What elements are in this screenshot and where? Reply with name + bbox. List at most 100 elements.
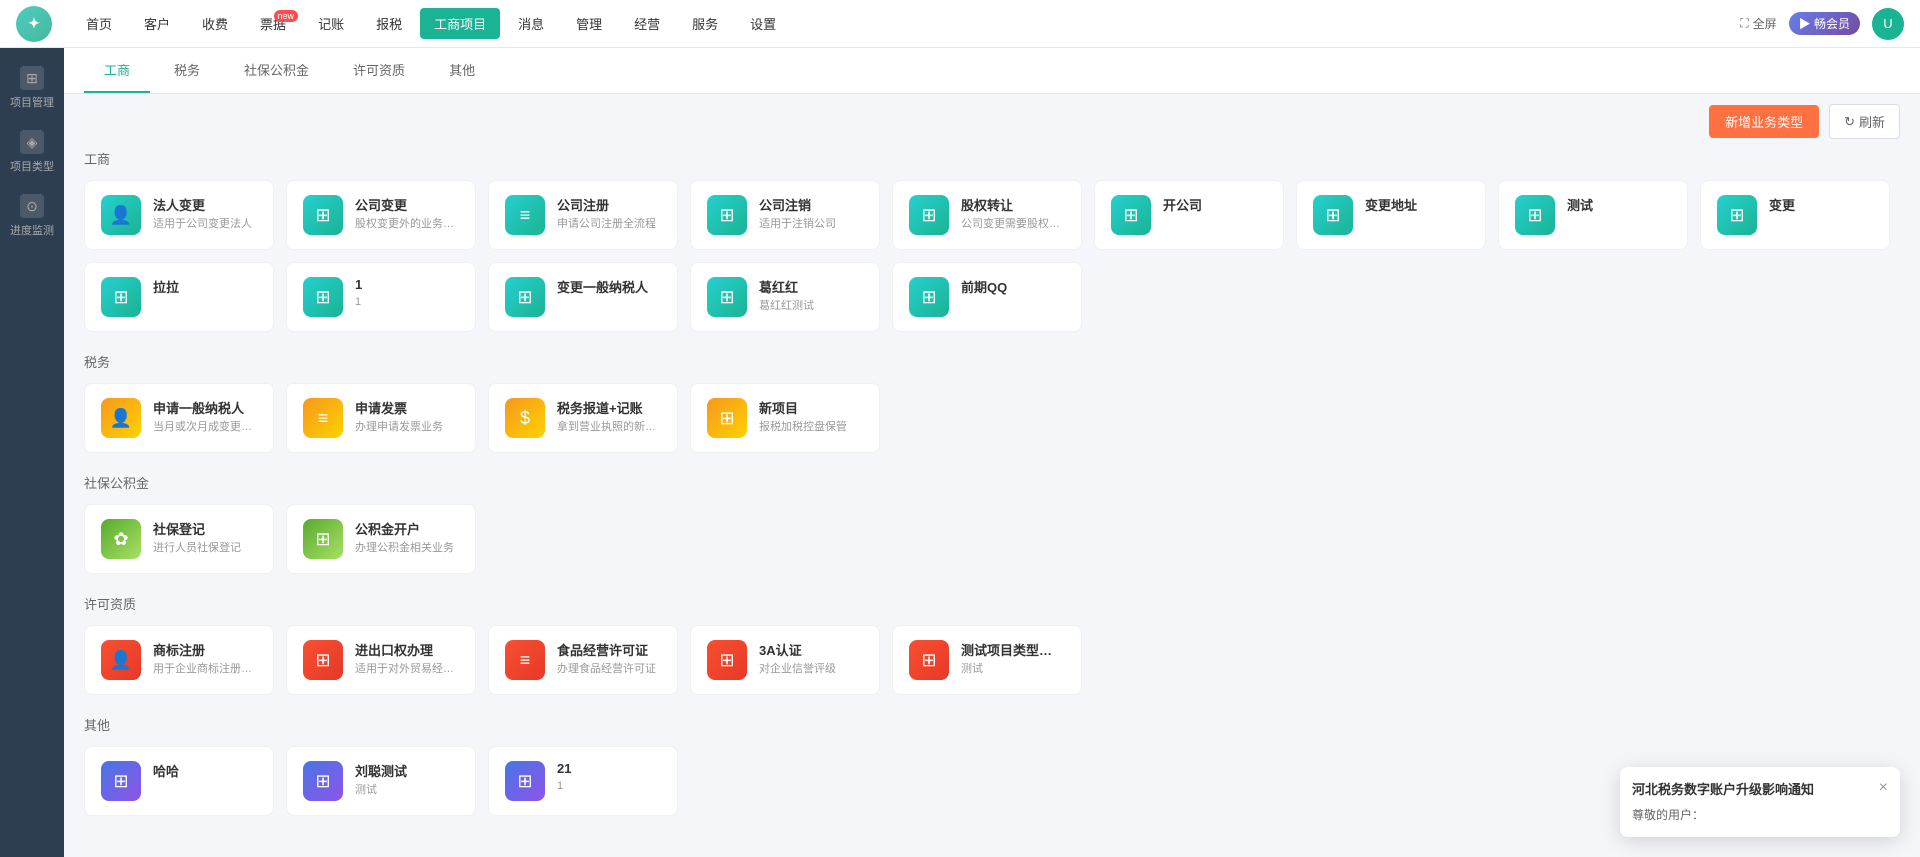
card-qianqi-qq[interactable]: ⊞ 前期QQ: [892, 262, 1082, 332]
nav-fee[interactable]: 收费: [188, 8, 242, 39]
content-area: 工商 👤 法人变更 适用于公司变更法人 ⊞ 公司变更 股权变更外的业务变更: [64, 149, 1920, 856]
refresh-icon: ↻: [1844, 114, 1855, 130]
card-shipin-xuke[interactable]: ≡ 食品经营许可证 办理食品经营许可证: [488, 625, 678, 695]
card-info: 公司注销 适用于注销公司: [759, 195, 863, 232]
card-fazren-biangeng[interactable]: 👤 法人变更 适用于公司变更法人: [84, 180, 274, 250]
card-info: 测试: [1567, 195, 1671, 217]
card-info: 葛红红 葛红红测试: [759, 277, 863, 314]
tab-shebao[interactable]: 社保公积金: [224, 48, 329, 93]
tab-qita[interactable]: 其他: [429, 48, 495, 93]
sidebar-item-project-type[interactable]: ◈ 项目类型: [4, 122, 60, 182]
card-info: 1 1: [355, 277, 459, 310]
card-shenqing-fapiao[interactable]: ≡ 申请发票 办理申请发票业务: [286, 383, 476, 453]
play-icon: ▶: [1799, 17, 1811, 31]
section-title-shuiwu: 税务: [84, 352, 1900, 371]
card-icon: ⊞: [707, 195, 747, 235]
card-icon: ⊞: [909, 277, 949, 317]
card-shangbiao[interactable]: 👤 商标注册 用于企业商标注册服务: [84, 625, 274, 695]
notification-header: 河北税务数字账户升级影响通知 ×: [1632, 779, 1888, 798]
sidebar-item-project-manage[interactable]: ⊞ 项目管理: [4, 58, 60, 118]
card-icon: 👤: [101, 398, 141, 438]
card-info: 新项目 报税加税控盘保管: [759, 398, 863, 435]
card-info: 申请一般纳税人 当月或次月成变更完成: [153, 398, 257, 435]
tab-shuiwu[interactable]: 税务: [154, 48, 220, 93]
section-shebao: 社保公积金 ✿ 社保登记 进行人员社保登记 ⊞ 公积金开户 办理公积金相关业务: [84, 473, 1900, 574]
sidebar-item-progress[interactable]: ⊙ 进度监测: [4, 186, 60, 246]
card-gongsi-biangeng[interactable]: ⊞ 公司变更 股权变更外的业务变更: [286, 180, 476, 250]
card-info: 变更: [1769, 195, 1873, 217]
card-info: 刘聪测试 测试: [355, 761, 459, 798]
card-guquan-zhuanrang[interactable]: ⊞ 股权转让 公司变更需要股权转让: [892, 180, 1082, 250]
nav-business[interactable]: 工商项目: [420, 8, 500, 39]
card-gongsi-zhuce[interactable]: ≡ 公司注册 申请公司注册全流程: [488, 180, 678, 250]
shuiwu-card-grid: 👤 申请一般纳税人 当月或次月成变更完成 ≡ 申请发票 办理申请发票业务 $: [84, 383, 1900, 453]
card-icon: ✿: [101, 519, 141, 559]
fullscreen-btn[interactable]: ⛶ 全屏: [1740, 15, 1776, 32]
card-info: 税务报道+记账 拿到营业执照的新公司: [557, 398, 661, 435]
card-liucong-ceshi[interactable]: ⊞ 刘聪测试 测试: [286, 746, 476, 816]
card-ceshi-leixing[interactable]: ⊞ 测试项目类型目定义 测试: [892, 625, 1082, 695]
nav-ticket[interactable]: 票据 new: [246, 8, 300, 39]
nav-items: 首页 客户 收费 票据 new 记账 报税 工商项目 消息 管理 经营 服务 设…: [72, 8, 1740, 39]
card-biangeng-shuiren[interactable]: ⊞ 变更一般纳税人: [488, 262, 678, 332]
project-type-icon: ◈: [20, 130, 44, 154]
card-jinchukou[interactable]: ⊞ 进出口权办理 适用于对外贸易经营者: [286, 625, 476, 695]
card-info: 测试项目类型目定义 测试: [961, 640, 1065, 677]
section-title-xuke: 许可资质: [84, 594, 1900, 613]
vip-btn[interactable]: ▶ 畅会员: [1789, 12, 1860, 35]
progress-icon: ⊙: [20, 194, 44, 218]
card-icon: 👤: [101, 640, 141, 680]
card-info: 变更一般纳税人: [557, 277, 661, 299]
card-3a-renzheng[interactable]: ⊞ 3A认证 对企业信誉评级: [690, 625, 880, 695]
card-gongjijin-kaihu[interactable]: ⊞ 公积金开户 办理公积金相关业务: [286, 504, 476, 574]
nav-bookkeep[interactable]: 记账: [304, 8, 358, 39]
card-icon: ≡: [505, 640, 545, 680]
new-type-button[interactable]: 新增业务类型: [1709, 105, 1819, 138]
card-icon: ⊞: [101, 761, 141, 801]
nav-right: ⛶ 全屏 ▶ 畅会员 U: [1740, 8, 1904, 40]
card-shuiwu-baodao[interactable]: $ 税务报道+记账 拿到营业执照的新公司: [488, 383, 678, 453]
action-bar: 新增业务类型 ↻ 刷新: [64, 94, 1920, 149]
card-info: 申请发票 办理申请发票业务: [355, 398, 459, 435]
card-1[interactable]: ⊞ 1 1: [286, 262, 476, 332]
nav-operation[interactable]: 经营: [620, 8, 674, 39]
card-xin-xiangmu[interactable]: ⊞ 新项目 报税加税控盘保管: [690, 383, 880, 453]
logo[interactable]: ✦: [16, 6, 52, 42]
nav-message[interactable]: 消息: [504, 8, 558, 39]
fullscreen-icon: ⛶: [1740, 16, 1748, 31]
nav-customer[interactable]: 客户: [130, 8, 184, 39]
sidebar: ⊞ 项目管理 ◈ 项目类型 ⊙ 进度监测: [0, 48, 64, 857]
nav-manage[interactable]: 管理: [562, 8, 616, 39]
tab-gongshang[interactable]: 工商: [84, 48, 150, 93]
new-badge: new: [274, 10, 299, 22]
card-lala[interactable]: ⊞ 拉拉: [84, 262, 274, 332]
nav-settings[interactable]: 设置: [736, 8, 790, 39]
card-haha[interactable]: ⊞ 哈哈: [84, 746, 274, 816]
card-icon: ⊞: [1111, 195, 1151, 235]
card-biangeng-dizhi[interactable]: ⊞ 变更地址: [1296, 180, 1486, 250]
card-shebao-dengji[interactable]: ✿ 社保登记 进行人员社保登记: [84, 504, 274, 574]
sub-tabs: 工商 税务 社保公积金 许可资质 其他: [64, 48, 1920, 94]
top-nav: ✦ 首页 客户 收费 票据 new 记账 报税 工商项目 消息 管理 经营 服务…: [0, 0, 1920, 48]
card-21[interactable]: ⊞ 21 1: [488, 746, 678, 816]
card-icon: ⊞: [303, 195, 343, 235]
card-kai-gongsi[interactable]: ⊞ 开公司: [1094, 180, 1284, 250]
card-biangeng2[interactable]: ⊞ 变更: [1700, 180, 1890, 250]
card-gehonghong[interactable]: ⊞ 葛红红 葛红红测试: [690, 262, 880, 332]
refresh-button[interactable]: ↻ 刷新: [1829, 104, 1900, 139]
card-info: 商标注册 用于企业商标注册服务: [153, 640, 257, 677]
card-ceshi[interactable]: ⊞ 测试: [1498, 180, 1688, 250]
nav-tax[interactable]: 报税: [362, 8, 416, 39]
tab-xuke[interactable]: 许可资质: [333, 48, 425, 93]
card-icon: ⊞: [505, 761, 545, 801]
card-icon: ⊞: [909, 195, 949, 235]
card-info: 哈哈: [153, 761, 257, 783]
card-icon: ⊞: [707, 398, 747, 438]
card-gongsi-zhuxiao[interactable]: ⊞ 公司注销 适用于注销公司: [690, 180, 880, 250]
card-shenqing-shuiren[interactable]: 👤 申请一般纳税人 当月或次月成变更完成: [84, 383, 274, 453]
card-info: 法人变更 适用于公司变更法人: [153, 195, 257, 232]
notification-close-button[interactable]: ×: [1879, 779, 1888, 797]
avatar[interactable]: U: [1872, 8, 1904, 40]
nav-service[interactable]: 服务: [678, 8, 732, 39]
nav-home[interactable]: 首页: [72, 8, 126, 39]
